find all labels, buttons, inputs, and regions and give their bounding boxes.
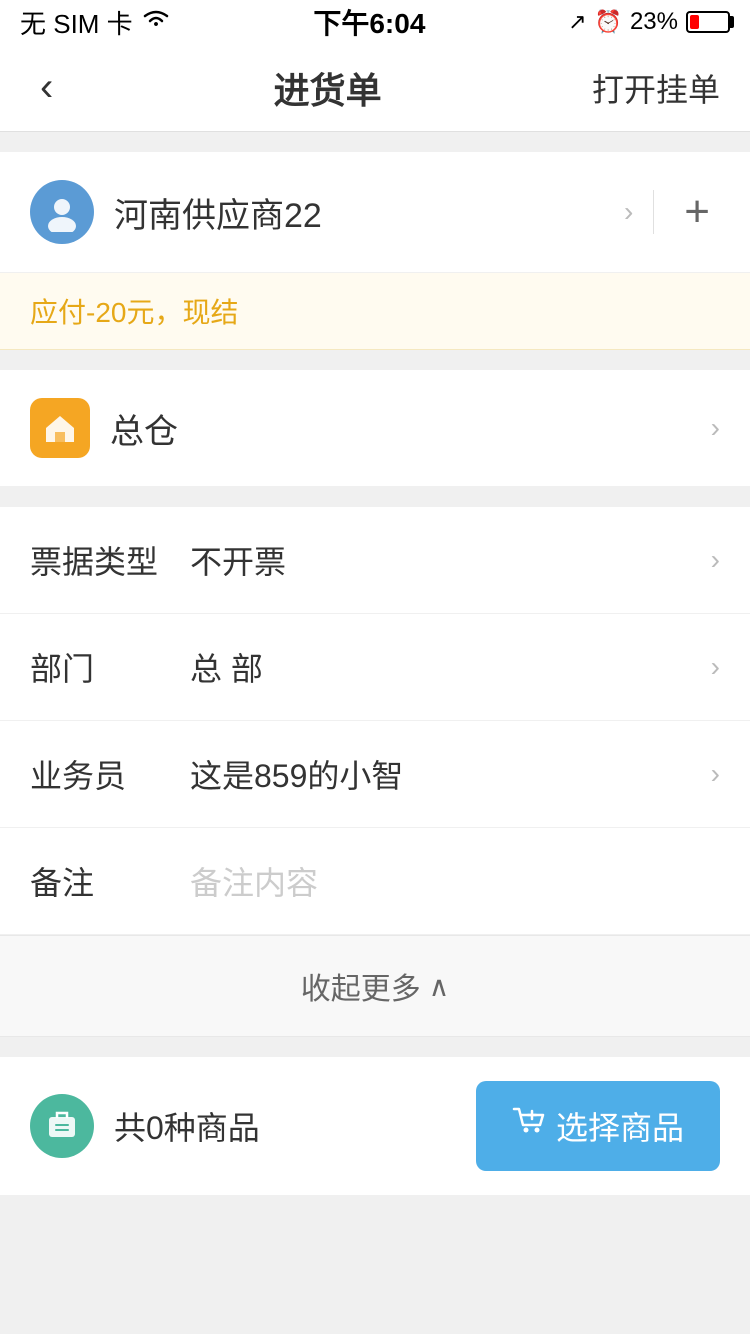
dept-row[interactable]: 部门 总 部 › — [0, 614, 750, 721]
time-label: 下午6:04 — [313, 2, 425, 42]
select-product-button[interactable]: 选择商品 — [476, 1081, 720, 1171]
supplier-row[interactable]: 河南供应商22 › + — [0, 152, 750, 273]
invoice-type-row[interactable]: 票据类型 不开票 › — [0, 507, 750, 614]
salesperson-chevron-icon: › — [711, 758, 720, 790]
status-bar: 无 SIM 卡 下午6:04 ↗ ⏰ 23% — [0, 0, 750, 44]
dept-label: 部门 — [30, 644, 190, 690]
section-gap-1 — [0, 132, 750, 152]
section-gap-3 — [0, 487, 750, 507]
status-right: ↗ ⏰ 23% — [568, 8, 730, 36]
invoice-type-value: 不开票 — [190, 537, 711, 583]
select-product-label: 选择商品 — [556, 1103, 684, 1149]
supplier-section: 河南供应商22 › + 应付-20元，现结 — [0, 152, 750, 350]
salesperson-label: 业务员 — [30, 751, 190, 797]
note-label: 备注 — [30, 858, 190, 904]
product-icon-wrap — [30, 1094, 94, 1158]
back-button[interactable]: ‹ — [30, 55, 63, 120]
cart-icon — [512, 1107, 546, 1145]
add-button[interactable]: + — [674, 183, 720, 241]
dept-chevron-icon: › — [711, 651, 720, 683]
bottom-row: 共0种商品 选择商品 — [0, 1057, 750, 1195]
location-icon: ↗ — [568, 9, 586, 35]
alarm-icon: ⏰ — [595, 9, 622, 35]
salesperson-value: 这是859的小智 — [190, 751, 711, 797]
vertical-divider — [653, 190, 654, 234]
battery-pct-label: 23% — [630, 8, 678, 36]
open-pending-button[interactable]: 打开挂单 — [592, 65, 720, 111]
product-count: 共0种商品 — [114, 1103, 476, 1149]
status-left: 无 SIM 卡 — [20, 4, 171, 41]
section-gap-4 — [0, 1037, 750, 1057]
note-row[interactable]: 备注 备注内容 — [0, 828, 750, 935]
dept-value: 总 部 — [190, 644, 711, 690]
warehouse-chevron-icon: › — [711, 412, 720, 444]
supplier-chevron-icon: › — [624, 196, 633, 228]
invoice-type-label: 票据类型 — [30, 537, 190, 583]
section-gap-2 — [0, 350, 750, 370]
supplier-name: 河南供应商22 — [114, 188, 624, 237]
info-banner: 应付-20元，现结 — [0, 273, 750, 350]
form-card: 票据类型 不开票 › 部门 总 部 › 业务员 这是859的小智 › 备注 备注… — [0, 507, 750, 935]
collapse-icon: ∧ — [429, 970, 450, 1003]
warehouse-icon — [30, 398, 90, 458]
salesperson-row[interactable]: 业务员 这是859的小智 › — [0, 721, 750, 828]
battery-icon — [686, 11, 730, 33]
warehouse-row[interactable]: 总仓 › — [0, 370, 750, 487]
wifi-icon — [141, 8, 171, 36]
warehouse-name: 总仓 — [110, 404, 711, 453]
collapse-label: 收起更多 — [301, 964, 421, 1008]
supplier-avatar — [30, 180, 94, 244]
invoice-chevron-icon: › — [711, 544, 720, 576]
page-title: 进货单 — [274, 62, 382, 114]
note-placeholder: 备注内容 — [190, 858, 720, 904]
nav-bar: ‹ 进货单 打开挂单 — [0, 44, 750, 132]
carrier-label: 无 SIM 卡 — [20, 4, 133, 41]
collapse-button[interactable]: 收起更多 ∧ — [0, 935, 750, 1037]
